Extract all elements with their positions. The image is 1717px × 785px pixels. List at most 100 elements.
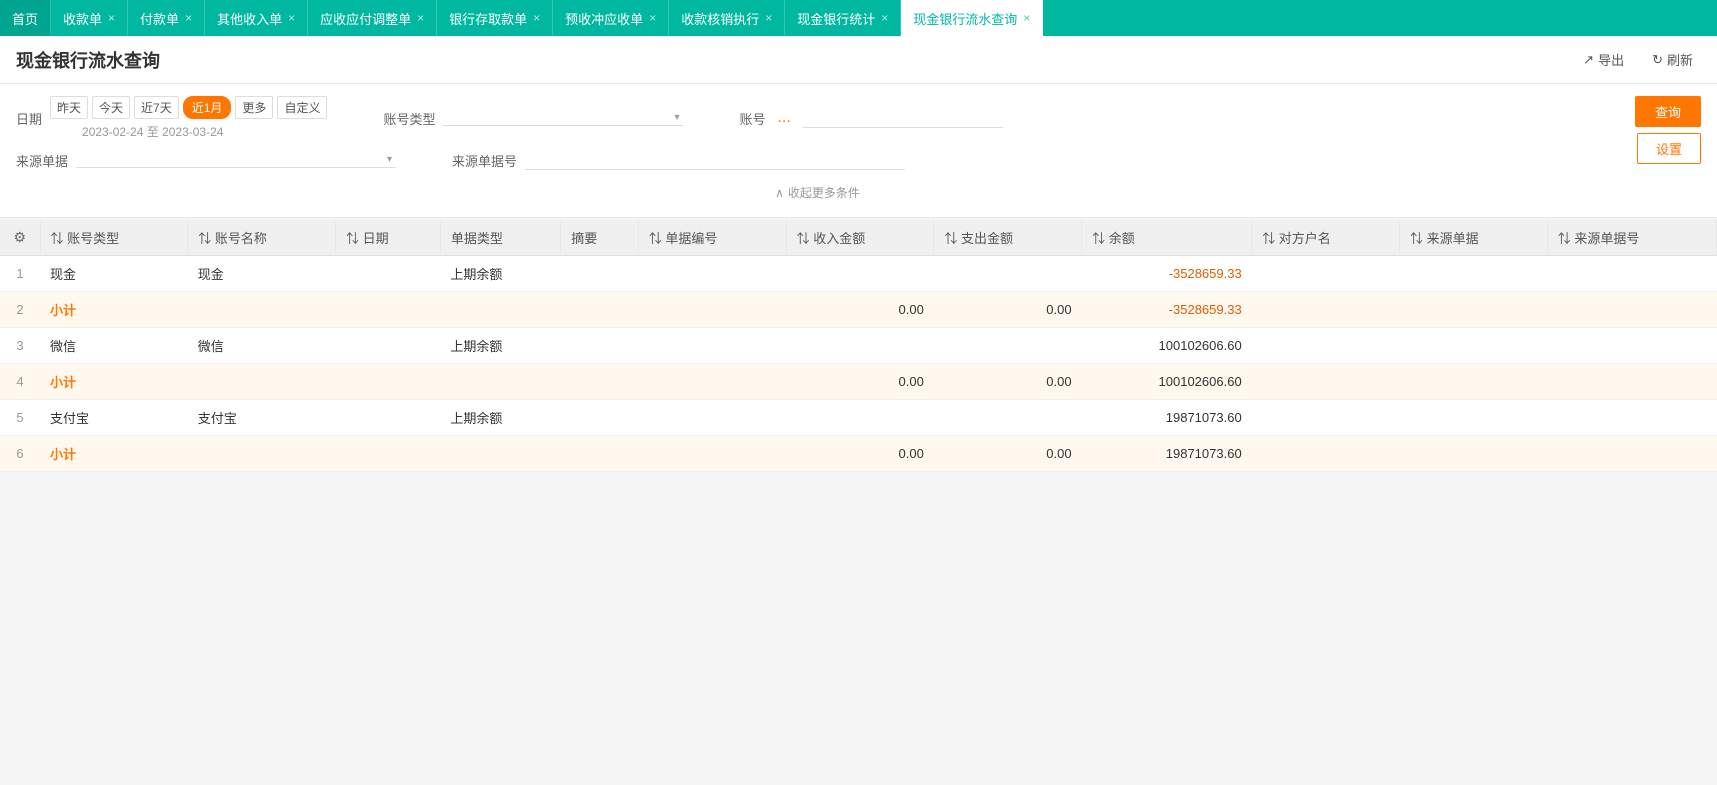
col-doc-no[interactable]: ⇅ 单据编号 bbox=[638, 220, 786, 256]
table-row[interactable]: 3 微信 微信 上期余额 100102606.60 bbox=[0, 328, 1717, 364]
col-counterpart[interactable]: ⇅ 对方户名 bbox=[1252, 220, 1400, 256]
export-icon: ↗ bbox=[1583, 52, 1594, 68]
nav-close-icon[interactable]: × bbox=[881, 11, 888, 25]
nav-close-icon[interactable]: × bbox=[185, 11, 192, 25]
header-row: ⚙ ⇅ 账号类型 ⇅ 账号名称 ⇅ 日期 单据类型 摘要 ⇅ 单 bbox=[0, 220, 1717, 256]
top-nav: 首页 收款单 × 付款单 × 其他收入单 × 应收应付调整单 × 银行存取款单 … bbox=[0, 0, 1717, 36]
nav-close-icon[interactable]: × bbox=[533, 11, 540, 25]
nav-item-fukuan[interactable]: 付款单 × bbox=[128, 0, 205, 36]
cell-summary bbox=[561, 328, 639, 364]
account-dots-button[interactable]: ... bbox=[773, 109, 794, 127]
cell-expense: 0.00 bbox=[934, 436, 1082, 472]
nav-home-label: 首页 bbox=[12, 9, 38, 28]
cell-balance: -3528659.33 bbox=[1082, 292, 1252, 328]
cell-account-type: 小计 bbox=[40, 292, 188, 328]
collapse-bar[interactable]: ∧ 收起更多条件 bbox=[16, 180, 1619, 205]
table-row[interactable]: 6 小计 0.00 0.00 19871073.60 bbox=[0, 436, 1717, 472]
col-date[interactable]: ⇅ 日期 bbox=[336, 220, 441, 256]
col-doc-no-label: ⇅ 单据编号 bbox=[649, 231, 718, 246]
col-account-name-label: ⇅ 账号名称 bbox=[198, 231, 267, 246]
cell-balance: -3528659.33 bbox=[1082, 256, 1252, 292]
date-btn-more[interactable]: 更多 bbox=[235, 96, 273, 119]
nav-close-icon[interactable]: × bbox=[417, 11, 424, 25]
nav-label: 其他收入单 bbox=[217, 9, 282, 28]
nav-item-other-income[interactable]: 其他收入单 × bbox=[205, 0, 308, 36]
cell-account-type: 支付宝 bbox=[40, 400, 188, 436]
col-source-doc[interactable]: ⇅ 来源单据 bbox=[1399, 220, 1547, 256]
table-row[interactable]: 1 现金 现金 上期余额 -3528659.33 bbox=[0, 256, 1717, 292]
cell-expense bbox=[934, 328, 1082, 364]
date-btn-yesterday[interactable]: 昨天 bbox=[50, 96, 88, 119]
account-input[interactable] bbox=[803, 108, 1003, 128]
source-doc-no-input[interactable] bbox=[525, 150, 905, 170]
col-income-label: ⇅ 收入金额 bbox=[797, 231, 866, 246]
nav-close-icon[interactable]: × bbox=[288, 11, 295, 25]
cell-summary bbox=[561, 256, 639, 292]
query-button[interactable]: 查询 bbox=[1635, 96, 1701, 127]
cell-num: 4 bbox=[0, 364, 40, 400]
cell-num: 5 bbox=[0, 400, 40, 436]
cell-income: 0.00 bbox=[786, 436, 934, 472]
col-account-type[interactable]: ⇅ 账号类型 bbox=[40, 220, 188, 256]
col-summary-label: 摘要 bbox=[571, 231, 597, 246]
account-type-select[interactable]: ▾ bbox=[443, 110, 683, 126]
col-balance[interactable]: ⇅ 余额 bbox=[1082, 220, 1252, 256]
cell-account-type: 小计 bbox=[40, 436, 188, 472]
source-doc-arrow-icon: ▾ bbox=[387, 154, 392, 165]
cell-date bbox=[336, 364, 441, 400]
cell-doc-no bbox=[638, 292, 786, 328]
account-type-filter: 账号类型 ▾ bbox=[383, 109, 683, 128]
date-btn-1month[interactable]: 近1月 bbox=[183, 96, 232, 119]
cell-counterpart bbox=[1252, 364, 1400, 400]
refresh-button[interactable]: ↻ 刷新 bbox=[1644, 46, 1701, 73]
source-doc-select[interactable]: ▾ bbox=[76, 152, 396, 168]
page-title: 现金银行流水查询 bbox=[16, 47, 160, 73]
nav-item-prepay[interactable]: 预收冲应收单 × bbox=[553, 0, 669, 36]
table-row[interactable]: 4 小计 0.00 0.00 100102606.60 bbox=[0, 364, 1717, 400]
cell-date bbox=[336, 436, 441, 472]
refresh-icon: ↻ bbox=[1652, 52, 1663, 68]
settings-button[interactable]: 设置 bbox=[1637, 133, 1701, 164]
cell-source-doc-no bbox=[1547, 328, 1716, 364]
date-btn-7days[interactable]: 近7天 bbox=[134, 96, 179, 119]
cell-counterpart bbox=[1252, 292, 1400, 328]
filter-right: 查询 设置 bbox=[1619, 96, 1701, 164]
cell-doc-no bbox=[638, 256, 786, 292]
cell-summary bbox=[561, 400, 639, 436]
nav-item-cashflow[interactable]: 现金银行流水查询 × bbox=[901, 0, 1043, 36]
nav-close-icon[interactable]: × bbox=[1023, 11, 1030, 25]
col-expense[interactable]: ⇅ 支出金额 bbox=[934, 220, 1082, 256]
cell-account-name: 微信 bbox=[188, 328, 336, 364]
table-row[interactable]: 2 小计 0.00 0.00 -3528659.33 bbox=[0, 292, 1717, 328]
nav-item-bank-deposit[interactable]: 银行存取款单 × bbox=[437, 0, 553, 36]
col-account-name[interactable]: ⇅ 账号名称 bbox=[188, 220, 336, 256]
account-type-label: 账号类型 bbox=[383, 109, 435, 128]
export-button[interactable]: ↗ 导出 bbox=[1575, 46, 1632, 73]
cell-summary bbox=[561, 364, 639, 400]
cell-num: 1 bbox=[0, 256, 40, 292]
cell-income: 0.00 bbox=[786, 292, 934, 328]
nav-item-adjust[interactable]: 应收应付调整单 × bbox=[308, 0, 437, 36]
col-income[interactable]: ⇅ 收入金额 bbox=[786, 220, 934, 256]
nav-close-icon[interactable]: × bbox=[765, 11, 772, 25]
date-btn-today[interactable]: 今天 bbox=[92, 96, 130, 119]
col-gear: ⚙ bbox=[0, 220, 40, 256]
col-doc-type: 单据类型 bbox=[440, 220, 560, 256]
col-balance-label: ⇅ 余额 bbox=[1092, 231, 1135, 246]
nav-label: 现金银行流水查询 bbox=[913, 9, 1017, 28]
nav-home[interactable]: 首页 bbox=[0, 0, 51, 36]
nav-item-stats[interactable]: 现金银行统计 × bbox=[785, 0, 901, 36]
cell-balance: 100102606.60 bbox=[1082, 364, 1252, 400]
col-account-type-label: ⇅ 账号类型 bbox=[51, 231, 120, 246]
header-actions: ↗ 导出 ↻ 刷新 bbox=[1575, 46, 1701, 73]
filter-area: 日期 昨天 今天 近7天 近1月 更多 自定义 2023-02-24 至 202… bbox=[0, 84, 1717, 218]
nav-item-verify[interactable]: 收款核销执行 × bbox=[669, 0, 785, 36]
nav-close-icon[interactable]: × bbox=[108, 11, 115, 25]
cell-balance: 19871073.60 bbox=[1082, 436, 1252, 472]
nav-item-shoukuan[interactable]: 收款单 × bbox=[51, 0, 128, 36]
date-btn-custom[interactable]: 自定义 bbox=[277, 96, 327, 119]
cell-date bbox=[336, 256, 441, 292]
table-row[interactable]: 5 支付宝 支付宝 上期余额 19871073.60 bbox=[0, 400, 1717, 436]
col-source-doc-no[interactable]: ⇅ 来源单据号 bbox=[1547, 220, 1716, 256]
nav-close-icon[interactable]: × bbox=[649, 11, 656, 25]
